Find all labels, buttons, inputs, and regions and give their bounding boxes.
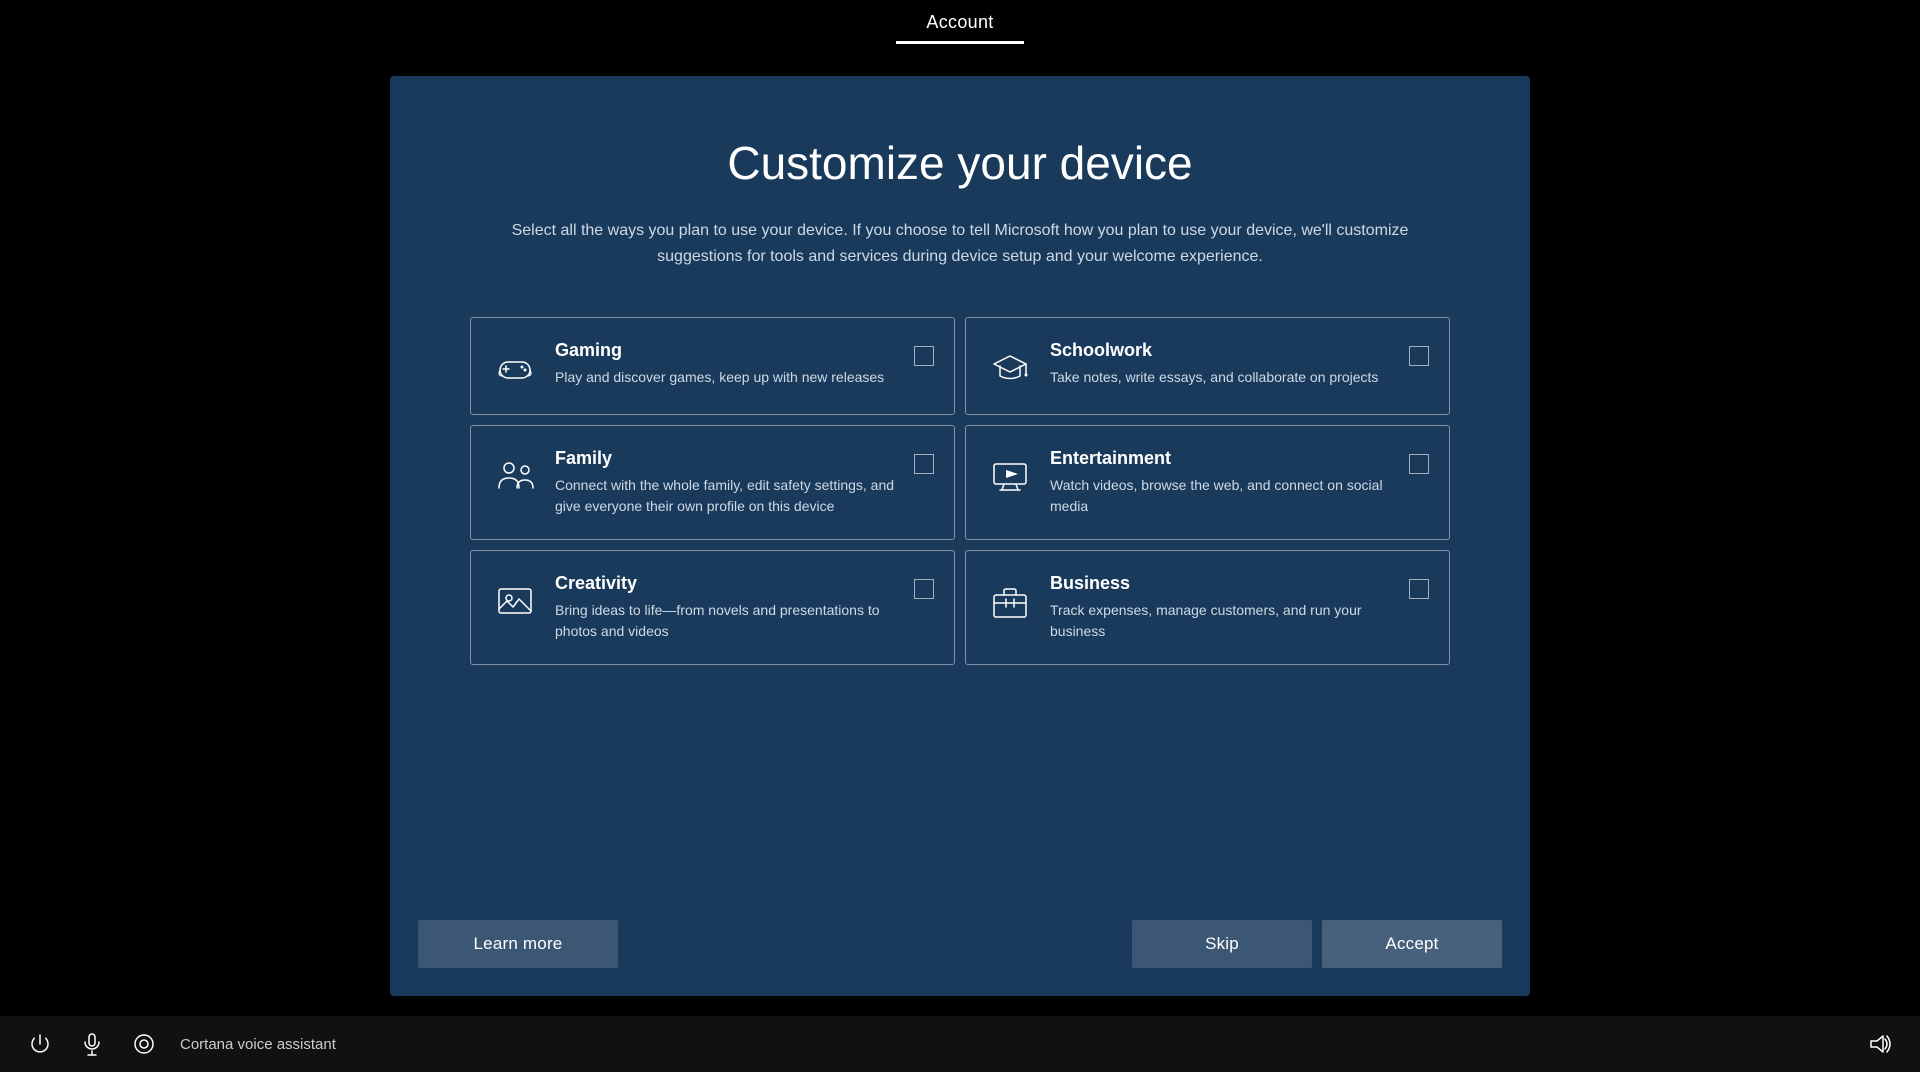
gaming-card-text: Gaming Play and discover games, keep up … (555, 340, 898, 388)
bottom-bar: Learn more Skip Accept (390, 904, 1530, 996)
entertainment-checkbox[interactable] (1409, 454, 1429, 474)
entertainment-icon (986, 452, 1034, 500)
gaming-checkbox[interactable] (914, 346, 934, 366)
volume-icon[interactable] (1864, 1028, 1896, 1060)
creativity-title: Creativity (555, 573, 898, 594)
family-checkbox[interactable] (914, 454, 934, 474)
cortana-label: Cortana voice assistant (180, 1036, 1844, 1053)
main-window: Customize your device Select all the way… (390, 76, 1530, 996)
family-desc: Connect with the whole family, edit safe… (555, 475, 898, 517)
entertainment-card[interactable]: Entertainment Watch videos, browse the w… (965, 425, 1450, 540)
top-bar: Account (0, 0, 1920, 48)
schoolwork-title: Schoolwork (1050, 340, 1393, 361)
learn-more-button[interactable]: Learn more (418, 920, 618, 968)
family-title: Family (555, 448, 898, 469)
cortana-icon[interactable] (128, 1028, 160, 1060)
page-subtitle: Select all the ways you plan to use your… (510, 218, 1410, 269)
account-tab[interactable]: Account (896, 0, 1023, 44)
business-card[interactable]: Business Track expenses, manage customer… (965, 550, 1450, 665)
business-title: Business (1050, 573, 1393, 594)
family-icon (491, 452, 539, 500)
action-buttons: Skip Accept (1132, 920, 1502, 968)
gaming-icon (491, 344, 539, 392)
schoolwork-icon (986, 344, 1034, 392)
business-checkbox[interactable] (1409, 579, 1429, 599)
microphone-icon[interactable] (76, 1028, 108, 1060)
cards-grid: Gaming Play and discover games, keep up … (470, 317, 1450, 665)
business-card-text: Business Track expenses, manage customer… (1050, 573, 1393, 642)
entertainment-desc: Watch videos, browse the web, and connec… (1050, 475, 1393, 517)
creativity-card[interactable]: Creativity Bring ideas to life—from nove… (470, 550, 955, 665)
creativity-checkbox[interactable] (914, 579, 934, 599)
page-title: Customize your device (727, 136, 1192, 190)
schoolwork-checkbox[interactable] (1409, 346, 1429, 366)
content-area: Customize your device Select all the way… (390, 76, 1530, 904)
taskbar: Cortana voice assistant (0, 1016, 1920, 1072)
schoolwork-card-text: Schoolwork Take notes, write essays, and… (1050, 340, 1393, 388)
creativity-icon (491, 577, 539, 625)
skip-button[interactable]: Skip (1132, 920, 1312, 968)
accept-button[interactable]: Accept (1322, 920, 1502, 968)
family-card-text: Family Connect with the whole family, ed… (555, 448, 898, 517)
family-card[interactable]: Family Connect with the whole family, ed… (470, 425, 955, 540)
power-icon[interactable] (24, 1028, 56, 1060)
schoolwork-card[interactable]: Schoolwork Take notes, write essays, and… (965, 317, 1450, 415)
creativity-card-text: Creativity Bring ideas to life—from nove… (555, 573, 898, 642)
entertainment-title: Entertainment (1050, 448, 1393, 469)
schoolwork-desc: Take notes, write essays, and collaborat… (1050, 367, 1393, 388)
gaming-card[interactable]: Gaming Play and discover games, keep up … (470, 317, 955, 415)
gaming-desc: Play and discover games, keep up with ne… (555, 367, 898, 388)
business-icon (986, 577, 1034, 625)
creativity-desc: Bring ideas to life—from novels and pres… (555, 600, 898, 642)
entertainment-card-text: Entertainment Watch videos, browse the w… (1050, 448, 1393, 517)
gaming-title: Gaming (555, 340, 898, 361)
business-desc: Track expenses, manage customers, and ru… (1050, 600, 1393, 642)
